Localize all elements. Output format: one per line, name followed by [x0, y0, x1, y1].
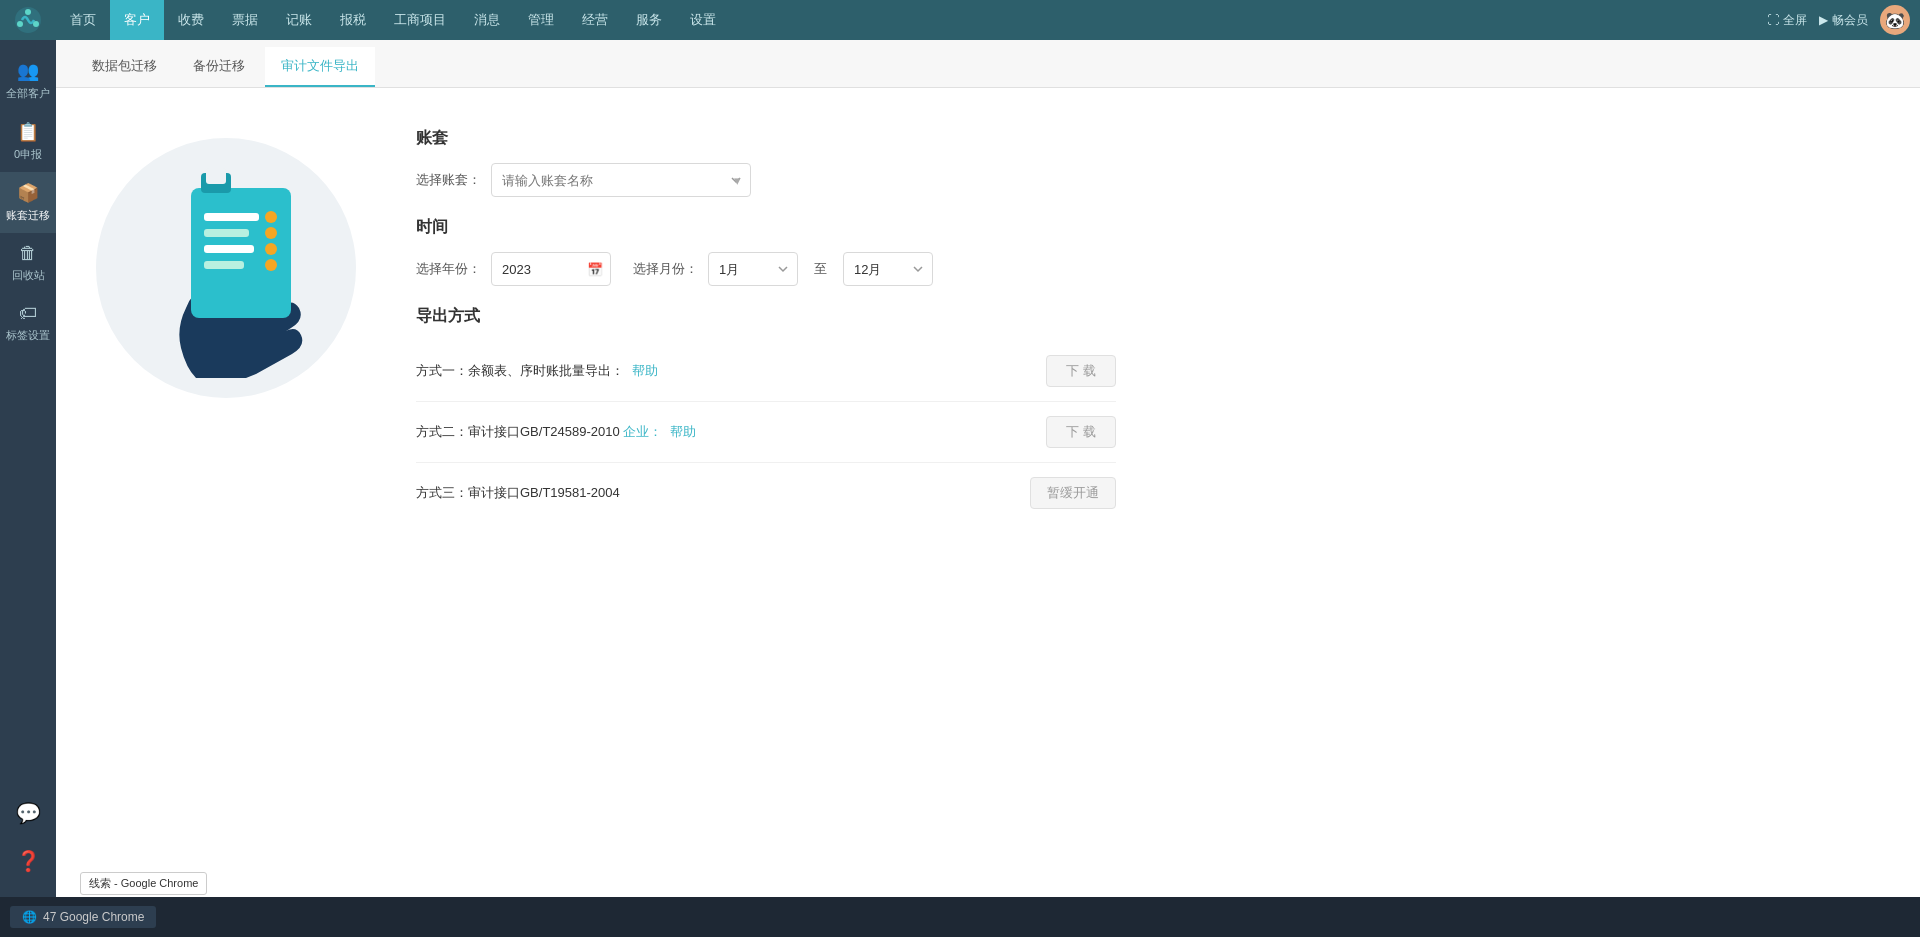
- hint-text: 线索 - Google Chrome: [89, 877, 198, 889]
- svg-rect-9: [204, 245, 254, 253]
- vip-icon: ▶: [1819, 13, 1828, 27]
- fullscreen-button[interactable]: ⛶ 全屏: [1767, 12, 1807, 29]
- svg-point-3: [33, 21, 39, 27]
- export-method-1: 方式一：余额表、序时账批量导出： 帮助 下 载: [416, 341, 1116, 402]
- top-navigation: 首页 客户 收费 票据 记账 报税 工商项目 消息 管理 经营 服务 设置 ⛶ …: [0, 0, 1920, 40]
- taskbar-chrome-label: 47 Google Chrome: [43, 910, 144, 924]
- to-label: 至: [814, 260, 827, 278]
- month-label: 选择月份：: [633, 260, 698, 278]
- month-start-select[interactable]: 1月2月3月4月 5月6月7月8月 9月10月11月12月: [708, 252, 798, 286]
- chat-icon[interactable]: 💬: [8, 793, 49, 833]
- svg-point-14: [265, 259, 277, 271]
- method1-help-link[interactable]: 帮助: [632, 363, 658, 378]
- time-row: 选择年份： 📅 选择月份： 1月2月3月4月 5月6月7月8月 9月10月11月…: [416, 252, 1116, 286]
- tab-audit-export[interactable]: 审计文件导出: [265, 47, 375, 87]
- svg-rect-7: [204, 213, 259, 221]
- all-customers-icon: 👥: [17, 60, 39, 82]
- method2-enterprise-tag: 企业：: [623, 424, 662, 439]
- svg-point-11: [265, 211, 277, 223]
- nav-items: 首页 客户 收费 票据 记账 报税 工商项目 消息 管理 经营 服务 设置: [56, 0, 1767, 40]
- method3-label: 方式三：审计接口GB/T19581-2004: [416, 484, 620, 502]
- vip-label: 畅会员: [1832, 12, 1868, 29]
- nav-service[interactable]: 服务: [622, 0, 676, 40]
- nav-invoice[interactable]: 票据: [218, 0, 272, 40]
- sidebar-item-label-migration: 账套迁移: [6, 208, 50, 223]
- avatar[interactable]: 🐼: [1880, 5, 1910, 35]
- account-row: 选择账套： ▾: [416, 163, 1116, 197]
- section-title-time: 时间: [416, 217, 1116, 238]
- method1-download-button[interactable]: 下 载: [1046, 355, 1116, 387]
- sidebar-item-account-migration[interactable]: 📦 账套迁移: [0, 172, 56, 233]
- nav-customer[interactable]: 客户: [110, 0, 164, 40]
- svg-rect-6: [206, 168, 226, 184]
- export-method-3: 方式三：审计接口GB/T19581-2004 暂缓开通: [416, 463, 1116, 523]
- illustration-area: [96, 118, 356, 867]
- sidebar-item-label-zero: 0申报: [14, 147, 42, 162]
- year-input-wrapper: 📅: [491, 252, 611, 286]
- illustration-circle: [96, 138, 356, 398]
- sidebar-item-label-tag: 标签设置: [6, 328, 50, 343]
- sidebar-item-label-customers: 全部客户: [6, 86, 50, 101]
- tabs-bar: 数据包迁移 备份迁移 审计文件导出: [56, 40, 1920, 88]
- app-logo[interactable]: [10, 2, 46, 38]
- nav-home[interactable]: 首页: [56, 0, 110, 40]
- form-area: 账套 选择账套： ▾ 时间 选择年份： 📅 选择月份：: [416, 118, 1116, 867]
- taskbar: 🌐 47 Google Chrome: [0, 897, 1920, 937]
- zero-report-icon: 📋: [17, 121, 39, 143]
- method2-download-button[interactable]: 下 载: [1046, 416, 1116, 448]
- tag-settings-icon: 🏷: [19, 303, 37, 324]
- main-layout: 👥 全部客户 📋 0申报 📦 账套迁移 🗑 回收站 🏷 标签设置 💬 ❓ 数据包…: [0, 40, 1920, 897]
- svg-point-2: [17, 21, 23, 27]
- svg-point-12: [265, 227, 277, 239]
- nav-tax[interactable]: 报税: [326, 0, 380, 40]
- nav-bookkeeping[interactable]: 记账: [272, 0, 326, 40]
- fullscreen-icon: ⛶: [1767, 13, 1779, 27]
- section-title-export: 导出方式: [416, 306, 1116, 327]
- tab-data-migration[interactable]: 数据包迁移: [76, 47, 173, 87]
- recycle-icon: 🗑: [19, 243, 37, 264]
- sidebar-item-recycle[interactable]: 🗑 回收站: [0, 233, 56, 293]
- svg-point-13: [265, 243, 277, 255]
- sidebar-item-all-customers[interactable]: 👥 全部客户: [0, 50, 56, 111]
- nav-settings[interactable]: 设置: [676, 0, 730, 40]
- sidebar-item-label-recycle: 回收站: [12, 268, 45, 283]
- top-nav-right: ⛶ 全屏 ▶ 畅会员 🐼: [1767, 5, 1910, 35]
- year-label: 选择年份：: [416, 260, 481, 278]
- method2-label: 方式二：审计接口GB/T24589-2010 企业： 帮助: [416, 423, 696, 441]
- vip-button[interactable]: ▶ 畅会员: [1819, 12, 1868, 29]
- nav-business2[interactable]: 经营: [568, 0, 622, 40]
- help-icon[interactable]: ❓: [8, 841, 49, 881]
- sidebar: 👥 全部客户 📋 0申报 📦 账套迁移 🗑 回收站 🏷 标签设置 💬 ❓: [0, 40, 56, 897]
- account-label: 选择账套：: [416, 171, 481, 189]
- fullscreen-label: 全屏: [1783, 12, 1807, 29]
- svg-point-1: [25, 9, 31, 15]
- content-area: 数据包迁移 备份迁移 审计文件导出: [56, 40, 1920, 897]
- sidebar-item-tag-settings[interactable]: 🏷 标签设置: [0, 293, 56, 353]
- calendar-icon: 📅: [587, 262, 603, 277]
- month-end-select[interactable]: 1月2月3月4月 5月6月7月8月 9月10月11月12月: [843, 252, 933, 286]
- account-migration-icon: 📦: [17, 182, 39, 204]
- nav-message[interactable]: 消息: [460, 0, 514, 40]
- statusbar-hint: 线索 - Google Chrome: [80, 872, 207, 895]
- method3-vip-button[interactable]: 暂缓开通: [1030, 477, 1116, 509]
- chrome-icon: 🌐: [22, 910, 37, 924]
- tab-backup-migration[interactable]: 备份迁移: [177, 47, 261, 87]
- nav-business[interactable]: 工商项目: [380, 0, 460, 40]
- export-method-2: 方式二：审计接口GB/T24589-2010 企业： 帮助 下 载: [416, 402, 1116, 463]
- section-title-account: 账套: [416, 128, 1116, 149]
- method1-label: 方式一：余额表、序时账批量导出： 帮助: [416, 362, 658, 380]
- nav-fee[interactable]: 收费: [164, 0, 218, 40]
- nav-manage[interactable]: 管理: [514, 0, 568, 40]
- page-content: 账套 选择账套： ▾ 时间 选择年份： 📅 选择月份：: [56, 88, 1920, 897]
- method2-help-link[interactable]: 帮助: [670, 424, 696, 439]
- sidebar-item-zero-report[interactable]: 📋 0申报: [0, 111, 56, 172]
- svg-rect-8: [204, 229, 249, 237]
- sidebar-bottom: 💬 ❓: [8, 793, 49, 897]
- svg-rect-10: [204, 261, 244, 269]
- taskbar-chrome[interactable]: 🌐 47 Google Chrome: [10, 906, 156, 928]
- account-input[interactable]: [491, 163, 751, 197]
